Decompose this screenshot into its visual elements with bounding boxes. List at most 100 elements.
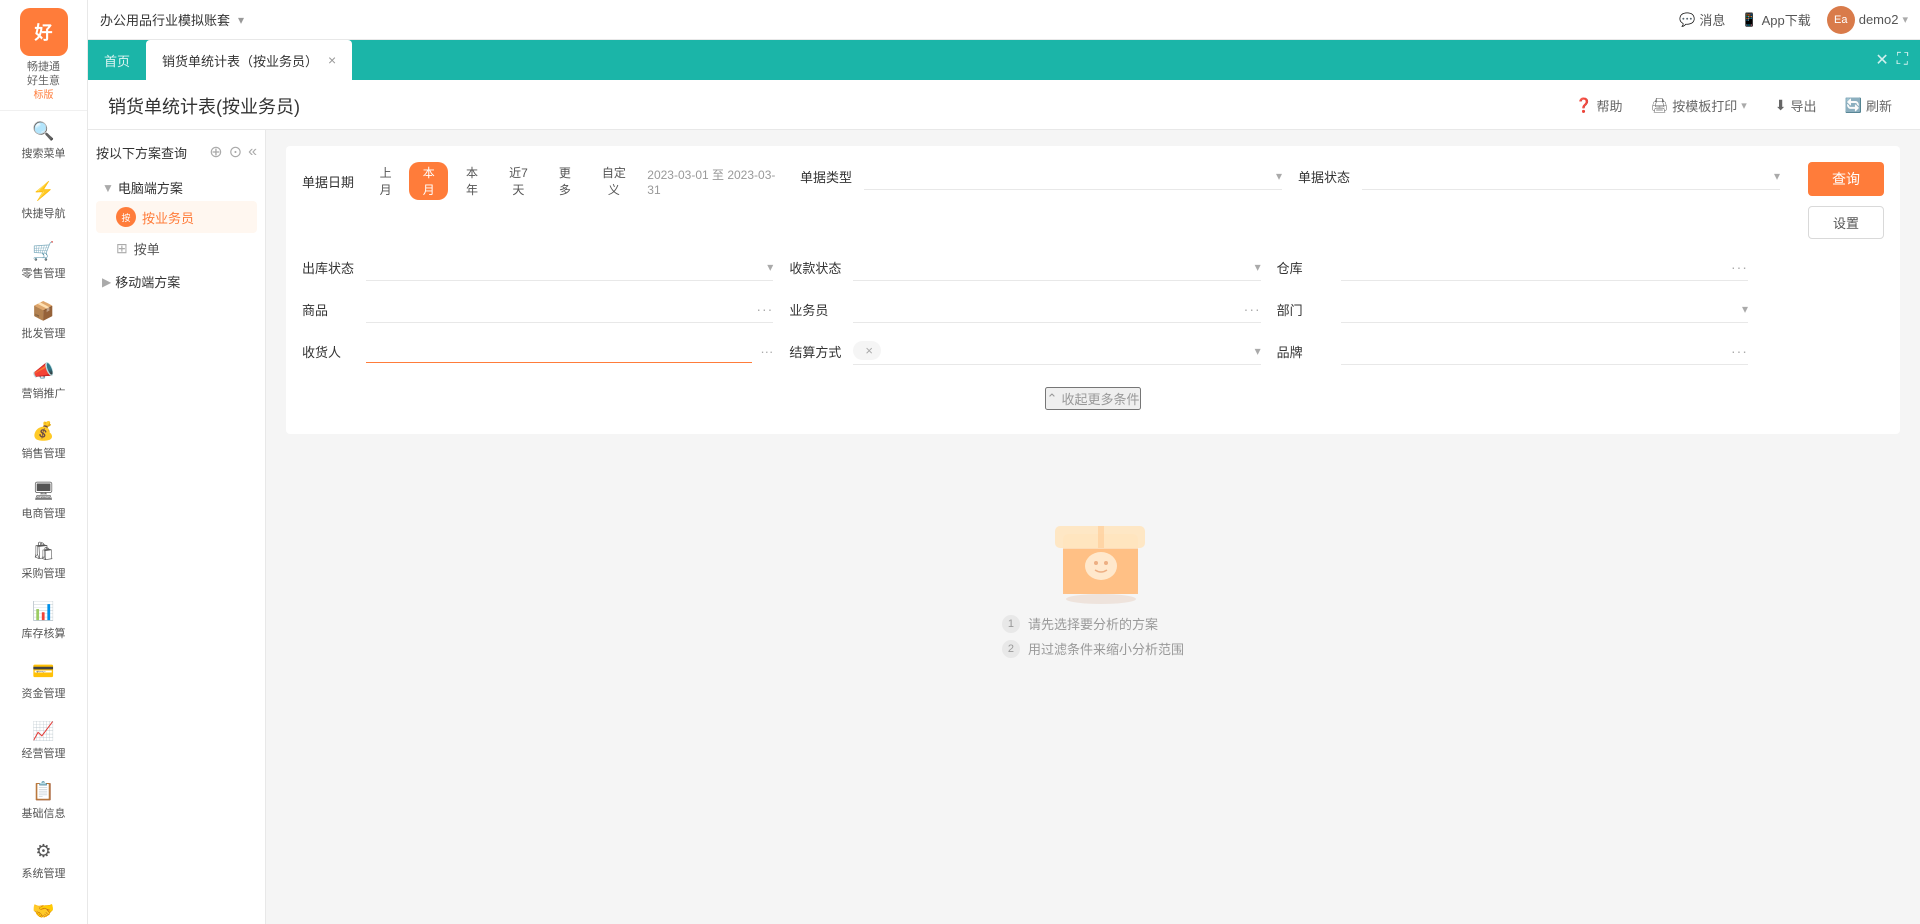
sidebar-item-quick-nav[interactable]: ⚡ 快捷导航 [0,171,87,231]
sidebar-label-quick-nav: 快捷导航 [22,205,66,221]
salesperson-select[interactable]: ··· [853,295,1260,323]
help-button[interactable]: ❓ 帮助 [1567,92,1630,119]
sidebar-item-finance[interactable]: 💳 资金管理 [0,651,87,711]
page-title: 销货单统计表(按业务员) [108,93,300,119]
filter-section: 单据日期 上月 本月 本年 近7天 更多 自定义 2023-03-01 至 20… [286,146,1900,434]
dept-select[interactable]: ▾ [1341,295,1748,323]
dept-item: 部门 ▾ [1277,295,1748,323]
phone-icon: 📱 [1741,12,1757,28]
tip-num-2: 2 [1002,640,1020,658]
doc-type-arrow-icon: ▾ [1276,169,1282,183]
collect-status-label: 收款状态 [789,258,845,277]
settle-select[interactable]: × ▾ [853,337,1260,365]
finance-icon: 💳 [32,661,54,682]
app-download-action[interactable]: 📱 App下载 [1741,10,1810,29]
add-scheme-icon[interactable]: ⊕ [209,142,222,162]
dept-label: 部门 [1277,300,1333,319]
collapse-arrow-icon: ⌃ [1047,391,1058,407]
goods-label: 商品 [302,300,358,319]
left-panel-actions: ⊕ ⊙ « [209,142,257,162]
sidebar-item-wholesale[interactable]: 📦 批发管理 [0,291,87,351]
tab-close-icon[interactable]: × [328,52,336,68]
scheme-group-pc-header[interactable]: ▼ 电脑端方案 [96,174,257,201]
sidebar-label-purchase: 采购管理 [22,565,66,581]
group-arrow-icon: ▼ [102,181,114,195]
sidebar-item-search[interactable]: 🔍 搜索菜单 [0,111,87,171]
sidebar-item-ecommerce[interactable]: 🖥 电商管理 [0,471,87,531]
receiver-input[interactable] [366,339,752,363]
query-button[interactable]: 查询 [1808,162,1884,196]
doc-type-select[interactable]: ▾ [864,162,1282,190]
empty-tips: 1 请先选择要分析的方案 2 用过滤条件来缩小分析范围 [1002,614,1184,658]
brand-select[interactable]: ··· [1341,337,1748,365]
sidebar-item-basic[interactable]: 📋 基础信息 [0,771,87,831]
scheme-item-by-salesperson[interactable]: 按 按业务员 [96,201,257,233]
sidebar-item-retail[interactable]: 🛒 零售管理 [0,231,87,291]
date-btn-last-month[interactable]: 上月 [366,162,405,200]
retail-icon: 🛒 [32,241,54,262]
template-print-label: 按模板打印 [1672,96,1737,115]
help-label: 帮助 [1596,96,1622,115]
settle-tag-close[interactable]: × [865,343,873,358]
scheme-active-icon: 按 [116,207,136,227]
sidebar: 好 畅捷通 好生意 标版 🔍 搜索菜单 ⚡ 快捷导航 🛒 零售管理 📦 批发管理… [0,0,88,924]
date-btn-more[interactable]: 更多 [545,162,584,200]
print-icon: 🖨 [1650,97,1668,114]
tab-sales-stat[interactable]: 销货单统计表（按业务员） × [146,40,352,80]
logo-text: 畅捷通 好生意 标版 [27,60,60,102]
message-action[interactable]: 💬 消息 [1679,10,1725,29]
mobile-group-arrow-icon: ▶ [102,275,111,289]
sidebar-label-sales: 销售管理 [22,445,66,461]
sidebar-item-inventory[interactable]: 📊 库存核算 [0,591,87,651]
scheme-group-mobile-header[interactable]: ▶ 移动端方案 [96,268,257,295]
date-btn-7days[interactable]: 近7天 [496,162,542,200]
sidebar-item-enterprise[interactable]: 🤝 企业协同 [0,891,87,924]
sidebar-item-system[interactable]: ⚙ 系统管理 [0,831,87,891]
doc-status-select[interactable]: ▾ [1362,162,1780,190]
collapse-panel-icon[interactable]: « [248,143,257,161]
user-name: demo2 [1859,12,1899,27]
warehouse-select[interactable]: ··· [1341,253,1748,281]
out-status-label: 出库状态 [302,258,358,277]
collect-status-select[interactable]: ▾ [853,253,1260,281]
tab-bar: 首页 销货单统计表（按业务员） × ✕ ⛶ [88,40,1920,80]
settings-scheme-icon[interactable]: ⊙ [229,142,242,162]
empty-tip-2: 2 用过滤条件来缩小分析范围 [1002,639,1184,658]
date-btn-this-year[interactable]: 本年 [452,162,491,200]
scheme-item-by-order[interactable]: ⊞ 按单 [96,233,257,264]
salesperson-more-icon: ··· [1244,301,1261,317]
window-maximize-icon[interactable]: ⛶ [1897,51,1908,69]
window-close-icon[interactable]: ✕ [1875,50,1888,70]
ecommerce-icon: 🖥 [32,481,55,502]
goods-item: 商品 ··· [302,295,773,323]
receiver-item: 收货人 ··· [302,339,773,363]
export-icon: ⬇ [1775,97,1787,114]
scheme-item-order-label: 按单 [134,239,160,258]
date-btn-custom[interactable]: 自定义 [588,162,639,200]
date-btn-this-month[interactable]: 本月 [409,162,448,200]
template-print-button[interactable]: 🖨 按模板打印 ▾ [1642,92,1754,119]
app-dropdown-icon[interactable]: ▾ [238,13,244,27]
sidebar-item-operation[interactable]: 📈 经营管理 [0,711,87,771]
sidebar-item-purchase[interactable]: 🛍 采购管理 [0,531,87,591]
brand-more-icon: ··· [1731,343,1748,359]
refresh-button[interactable]: 🔄 刷新 [1837,92,1900,119]
sidebar-item-sales[interactable]: 💰 销售管理 [0,411,87,471]
collapse-button[interactable]: ⌃ 收起更多条件 [1045,387,1142,410]
message-label: 消息 [1699,10,1725,29]
export-button[interactable]: ⬇ 导出 [1767,92,1825,119]
receiver-label: 收货人 [302,342,358,361]
sidebar-item-marketing[interactable]: 📣 营销推广 [0,351,87,411]
goods-select[interactable]: ··· [366,295,773,323]
out-status-select[interactable]: ▾ [366,253,773,281]
tab-home-label: 首页 [104,51,130,70]
out-status-item: 出库状态 ▾ [302,253,773,281]
sidebar-label-wholesale: 批发管理 [22,325,66,341]
template-dropdown-icon[interactable]: ▾ [1741,99,1747,112]
user-menu[interactable]: Ea demo2 ▾ [1827,6,1908,34]
tab-sales-stat-label: 销货单统计表（按业务员） [162,51,318,70]
sidebar-label-marketing: 营销推广 [22,385,66,401]
tab-home[interactable]: 首页 [88,40,146,80]
brand-item: 品牌 ··· [1277,337,1748,365]
settings-button[interactable]: 设置 [1808,206,1884,239]
